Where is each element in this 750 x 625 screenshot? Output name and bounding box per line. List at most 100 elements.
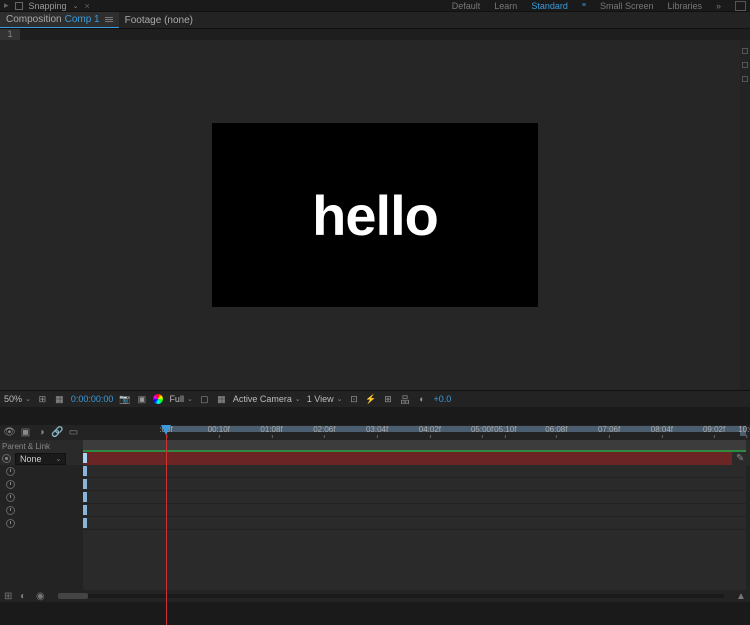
color-management-icon[interactable]	[153, 394, 163, 404]
toggle-switches-icon[interactable]: ⊞	[4, 591, 14, 601]
time-tick[interactable]: 09:02f	[703, 425, 725, 434]
keyframe-marker[interactable]	[83, 518, 87, 528]
property-row[interactable]	[0, 465, 750, 478]
time-tick[interactable]: 10:0	[738, 425, 750, 434]
magnification-dropdown[interactable]: 50% ⌄	[4, 394, 31, 404]
viewer-side-tools	[740, 40, 750, 390]
property-track[interactable]	[83, 504, 746, 517]
graph-editor-icon[interactable]: ✎	[736, 453, 748, 465]
layer-row[interactable]: None ⌄ ✎	[0, 452, 750, 465]
composition-canvas[interactable]: hello	[212, 123, 538, 307]
parent-dropdown[interactable]: None ⌄	[15, 453, 66, 465]
snapping-chevron-icon[interactable]: ⌄	[73, 2, 79, 10]
side-tool-3-icon[interactable]	[742, 76, 748, 82]
composition-viewer[interactable]: hello	[0, 40, 750, 390]
flowchart-icon[interactable]: 品	[399, 394, 410, 405]
property-track[interactable]	[83, 491, 746, 504]
resolution-dropdown[interactable]: Full ⌄	[169, 394, 192, 404]
footage-tab[interactable]: Footage (none)	[119, 12, 199, 28]
property-row[interactable]	[0, 504, 750, 517]
time-tick[interactable]: 02:06f	[313, 425, 335, 434]
time-ruler[interactable]: :00f00:10f01:08f02:06f03:04f04:02f05:00f…	[166, 425, 746, 440]
app-menu-icon[interactable]: ▸	[4, 0, 9, 11]
transparency-grid-icon[interactable]: ▦	[216, 394, 227, 405]
stopwatch-icon[interactable]	[6, 519, 15, 528]
stopwatch-icon[interactable]	[6, 493, 15, 502]
modes-icon[interactable]: ◑	[36, 427, 47, 438]
panel-divider[interactable]	[0, 407, 750, 425]
stopwatch-icon[interactable]	[6, 506, 15, 515]
snapshot-icon[interactable]: 📷	[119, 394, 130, 405]
pickwhip-icon[interactable]	[2, 454, 11, 463]
stopwatch-icon[interactable]	[6, 467, 15, 476]
time-tick[interactable]: 08:04f	[651, 425, 673, 434]
property-row[interactable]	[0, 491, 750, 504]
time-tick[interactable]: 01:08f	[260, 425, 282, 434]
property-track[interactable]	[83, 465, 746, 478]
layer-switches-icon[interactable]: ▣	[20, 427, 31, 438]
current-timecode[interactable]: 0:00:00:00	[71, 394, 114, 404]
property-row[interactable]	[0, 478, 750, 491]
zoom-mountain-icon[interactable]: ▲	[736, 591, 746, 601]
time-tick[interactable]: 05:00f	[471, 425, 493, 434]
fast-preview-icon[interactable]: ⚡	[365, 394, 376, 405]
property-row[interactable]	[0, 517, 750, 530]
timeline-track-area[interactable]	[83, 530, 746, 590]
tab-menu-icon[interactable]	[105, 17, 113, 22]
time-tick[interactable]: 06:08f	[545, 425, 567, 434]
views-value: 1 View	[307, 394, 334, 404]
stopwatch-icon[interactable]	[6, 480, 15, 489]
timeline-icon[interactable]: ⊞	[382, 394, 393, 405]
time-tick[interactable]: 00:10f	[208, 425, 230, 434]
time-tick[interactable]: 05:10f	[494, 425, 516, 434]
resolution-toggle-icon[interactable]: ⊞	[37, 394, 48, 405]
workspace-overflow-icon[interactable]: »	[716, 1, 721, 11]
time-tick[interactable]: 07:06f	[598, 425, 620, 434]
chevron-down-icon: ⌄	[295, 395, 301, 403]
workspace-learn[interactable]: Learn	[494, 1, 517, 11]
views-dropdown[interactable]: 1 View ⌄	[307, 394, 343, 404]
property-track[interactable]	[83, 517, 746, 530]
parent-pick-icon[interactable]: 🔗	[52, 427, 63, 438]
keyframe-marker[interactable]	[83, 505, 87, 515]
property-track[interactable]	[83, 478, 746, 491]
time-tick[interactable]: 04:02f	[419, 425, 441, 434]
frame-blend-icon[interactable]: ◐	[20, 591, 30, 601]
camera-dropdown[interactable]: Active Camera ⌄	[233, 394, 301, 404]
workspace-libraries[interactable]: Libraries	[667, 1, 702, 11]
exposure-value[interactable]: +0.0	[433, 394, 451, 404]
grid-toggle-icon[interactable]: ▦	[54, 394, 65, 405]
workspace-default[interactable]: Default	[452, 1, 481, 11]
parent-link-header-row: Parent & Link	[0, 440, 750, 452]
property-rows	[0, 465, 750, 530]
side-tool-1-icon[interactable]	[742, 48, 748, 54]
layer-start-handle[interactable]	[83, 453, 87, 463]
keyframe-marker[interactable]	[83, 492, 87, 502]
snapping-close-icon[interactable]: ×	[84, 1, 89, 11]
workspace-small-screen[interactable]: Small Screen	[600, 1, 654, 11]
zoom-slider-handle[interactable]	[58, 593, 88, 599]
keyframe-marker[interactable]	[83, 479, 87, 489]
motion-blur-icon[interactable]: ◉	[36, 591, 46, 601]
workspace-standard[interactable]: Standard	[531, 1, 568, 11]
in-out-icon[interactable]: ▭	[68, 427, 79, 438]
time-tick[interactable]: 03:04f	[366, 425, 388, 434]
snapping-checkbox[interactable]	[15, 2, 23, 10]
roi-icon[interactable]: ▢	[199, 394, 210, 405]
timeline-ruler-area: :00f00:10f01:08f02:06f03:04f04:02f05:00f…	[83, 425, 750, 440]
reset-exposure-icon[interactable]: ◐	[416, 394, 427, 405]
keyframe-marker[interactable]	[83, 466, 87, 476]
timeline-header: 👁 ▣ ◑ 🔗 ▭ :00f00:10f01:08f02:06f03:04f04…	[0, 425, 750, 440]
layer-duration-bar[interactable]	[83, 440, 746, 452]
pixel-aspect-icon[interactable]: ⊡	[348, 394, 359, 405]
layer-bar[interactable]	[83, 452, 732, 465]
composition-tab[interactable]: Composition Comp 1	[0, 12, 119, 28]
canvas-text-layer[interactable]: hello	[312, 183, 438, 248]
magnification-value: 50%	[4, 394, 22, 404]
shy-layers-icon[interactable]: 👁	[4, 427, 15, 438]
timeline-zoom-slider[interactable]	[58, 594, 724, 598]
search-icon[interactable]	[735, 1, 746, 11]
workspace-menu-chevron-icon[interactable]: ≡	[582, 2, 586, 9]
show-snapshot-icon[interactable]: ▣	[136, 394, 147, 405]
side-tool-2-icon[interactable]	[742, 62, 748, 68]
